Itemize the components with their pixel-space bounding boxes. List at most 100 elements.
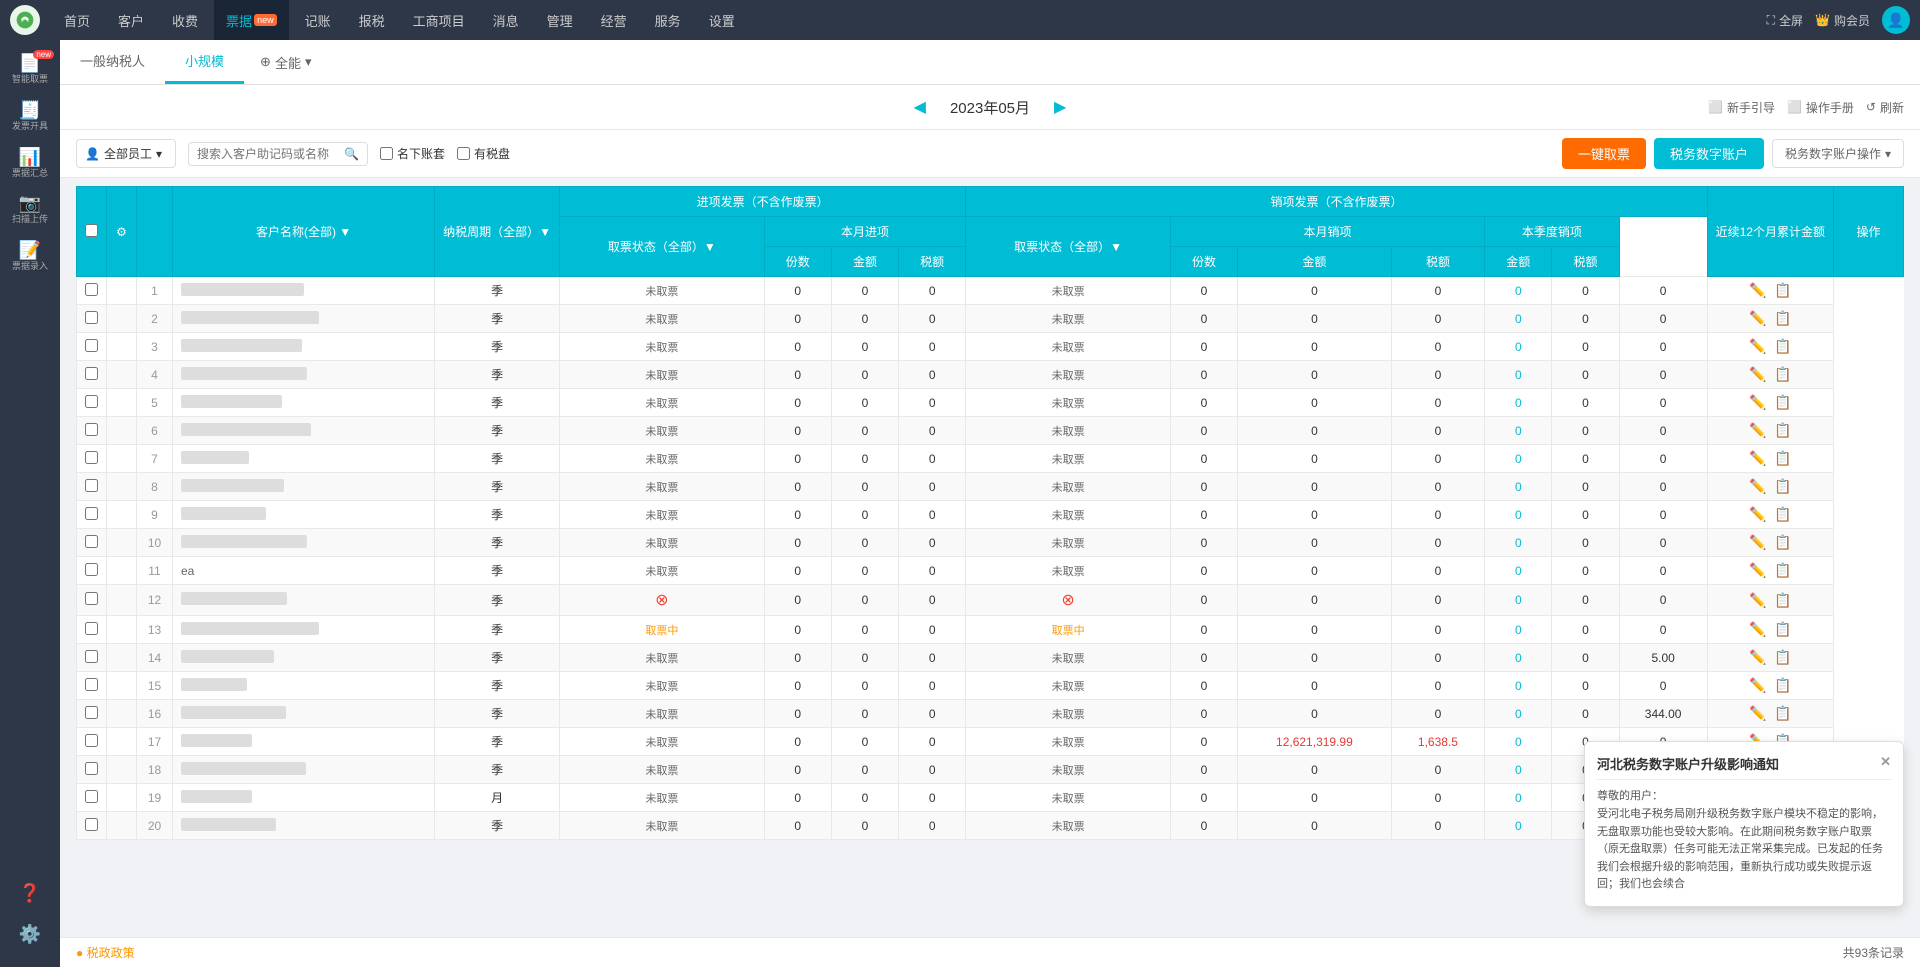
employee-select[interactable]: 👤 全部员工 ▾ — [76, 139, 176, 168]
nav-client[interactable]: 客户 — [106, 0, 156, 40]
th-client[interactable]: 客户名称(全部) ▼ — [173, 187, 435, 277]
row-select[interactable] — [77, 333, 107, 361]
copy-icon-6[interactable]: 📋 — [1774, 422, 1791, 438]
copy-icon-7[interactable]: 📋 — [1774, 450, 1791, 466]
edit-icon-15[interactable]: ✏️ — [1749, 677, 1766, 693]
edit-icon-13[interactable]: ✏️ — [1749, 621, 1766, 637]
row-checkbox-9[interactable] — [85, 507, 98, 520]
row-select[interactable] — [77, 473, 107, 501]
edit-icon-16[interactable]: ✏️ — [1749, 705, 1766, 721]
sidebar-item-settings-bottom[interactable]: ⚙️ — [4, 918, 56, 951]
search-icon[interactable]: 🔍 — [344, 147, 359, 161]
edit-icon-8[interactable]: ✏️ — [1749, 478, 1766, 494]
has-tax-checkbox[interactable] — [457, 147, 470, 160]
row-checkbox-20[interactable] — [85, 818, 98, 831]
new-guide-btn[interactable]: ⬜ 新手引导 — [1708, 99, 1775, 116]
edit-icon-2[interactable]: ✏️ — [1749, 310, 1766, 326]
row-checkbox-8[interactable] — [85, 479, 98, 492]
edit-icon-1[interactable]: ✏️ — [1749, 282, 1766, 298]
digital-account-btn[interactable]: 税务数字账户 — [1654, 138, 1764, 169]
one-click-btn[interactable]: 一键取票 — [1562, 138, 1646, 169]
edit-icon-7[interactable]: ✏️ — [1749, 450, 1766, 466]
row-checkbox-1[interactable] — [85, 283, 98, 296]
row-checkbox-2[interactable] — [85, 311, 98, 324]
copy-icon-2[interactable]: 📋 — [1774, 310, 1791, 326]
copy-icon-4[interactable]: 📋 — [1774, 366, 1791, 382]
notif-close-btn[interactable]: ✕ — [1880, 754, 1891, 773]
row-select[interactable] — [77, 389, 107, 417]
has-tax-check[interactable]: 有税盘 — [457, 145, 510, 162]
next-date-btn[interactable]: ▶ — [1046, 93, 1074, 121]
row-checkbox-15[interactable] — [85, 678, 98, 691]
select-all-checkbox[interactable] — [85, 224, 98, 237]
copy-icon-3[interactable]: 📋 — [1774, 338, 1791, 354]
row-select[interactable] — [77, 784, 107, 812]
nav-settings[interactable]: 设置 — [697, 0, 747, 40]
copy-icon-1[interactable]: 📋 — [1774, 282, 1791, 298]
copy-icon-16[interactable]: 📋 — [1774, 705, 1791, 721]
sidebar-item-scan[interactable]: 📷 扫描上传 — [4, 188, 56, 231]
manual-btn[interactable]: ⬜ 操作手册 — [1787, 99, 1854, 116]
nav-message[interactable]: 消息 — [481, 0, 531, 40]
copy-icon-14[interactable]: 📋 — [1774, 649, 1791, 665]
copy-icon-10[interactable]: 📋 — [1774, 534, 1791, 550]
th-in-status[interactable]: 取票状态（全部）▼ — [560, 217, 765, 277]
edit-icon-4[interactable]: ✏️ — [1749, 366, 1766, 382]
copy-icon-9[interactable]: 📋 — [1774, 506, 1791, 522]
tab-general[interactable]: 一般纳税人 — [60, 40, 165, 84]
nav-accounting[interactable]: 记账 — [293, 0, 343, 40]
row-select[interactable] — [77, 728, 107, 756]
sidebar-item-smart-invoice[interactable]: 📄 智能取票 new — [4, 48, 56, 91]
prev-date-btn[interactable]: ◀ — [906, 93, 934, 121]
edit-icon-5[interactable]: ✏️ — [1749, 394, 1766, 410]
edit-icon-11[interactable]: ✏️ — [1749, 562, 1766, 578]
nav-operation[interactable]: 经营 — [589, 0, 639, 40]
row-checkbox-11[interactable] — [85, 563, 98, 576]
row-checkbox-16[interactable] — [85, 706, 98, 719]
nav-invoice[interactable]: 票据 new — [214, 0, 289, 40]
sidebar-item-help[interactable]: ❓ — [4, 877, 56, 910]
row-select[interactable] — [77, 277, 107, 305]
sidebar-item-summary[interactable]: 📊 票据汇总 — [4, 142, 56, 185]
edit-icon-6[interactable]: ✏️ — [1749, 422, 1766, 438]
nav-fee[interactable]: 收费 — [160, 0, 210, 40]
th-out-status[interactable]: 取票状态（全部）▼ — [966, 217, 1171, 277]
nav-manage[interactable]: 管理 — [535, 0, 585, 40]
user-avatar[interactable]: 👤 — [1882, 6, 1910, 34]
row-checkbox-18[interactable] — [85, 762, 98, 775]
tax-policy-link[interactable]: ● 税政政策 — [76, 944, 135, 961]
copy-icon-5[interactable]: 📋 — [1774, 394, 1791, 410]
copy-icon-15[interactable]: 📋 — [1774, 677, 1791, 693]
row-select[interactable] — [77, 501, 107, 529]
tab-all[interactable]: ⊕ 全能 ▾ — [244, 40, 327, 84]
copy-icon-13[interactable]: 📋 — [1774, 621, 1791, 637]
digital-ops-btn[interactable]: 税务数字账户操作 ▾ — [1772, 139, 1904, 168]
nav-home[interactable]: 首页 — [52, 0, 102, 40]
th-tax-period[interactable]: 纳税周期（全部）▼ — [435, 187, 560, 277]
row-select[interactable] — [77, 812, 107, 840]
edit-icon-12[interactable]: ✏️ — [1749, 592, 1766, 608]
copy-icon-12[interactable]: 📋 — [1774, 592, 1791, 608]
row-select[interactable] — [77, 756, 107, 784]
fullscreen-btn[interactable]: ⛶ 全屏 — [1767, 12, 1803, 29]
member-btn[interactable]: 👑 购会员 — [1815, 12, 1870, 29]
edit-icon-3[interactable]: ✏️ — [1749, 338, 1766, 354]
row-checkbox-7[interactable] — [85, 451, 98, 464]
search-input[interactable] — [197, 147, 340, 161]
row-checkbox-17[interactable] — [85, 734, 98, 747]
nav-business[interactable]: 工商项目 — [401, 0, 477, 40]
tab-small[interactable]: 小规模 — [165, 40, 244, 84]
row-checkbox-12[interactable] — [85, 592, 98, 605]
row-select[interactable] — [77, 700, 107, 728]
edit-icon-14[interactable]: ✏️ — [1749, 649, 1766, 665]
row-checkbox-3[interactable] — [85, 339, 98, 352]
row-checkbox-19[interactable] — [85, 790, 98, 803]
copy-icon-8[interactable]: 📋 — [1774, 478, 1791, 494]
row-select[interactable] — [77, 305, 107, 333]
row-select[interactable] — [77, 417, 107, 445]
row-checkbox-13[interactable] — [85, 622, 98, 635]
row-select[interactable] — [77, 672, 107, 700]
sidebar-item-open-invoice[interactable]: 🧾 发票开具 — [4, 95, 56, 138]
row-checkbox-10[interactable] — [85, 535, 98, 548]
copy-icon-11[interactable]: 📋 — [1774, 562, 1791, 578]
